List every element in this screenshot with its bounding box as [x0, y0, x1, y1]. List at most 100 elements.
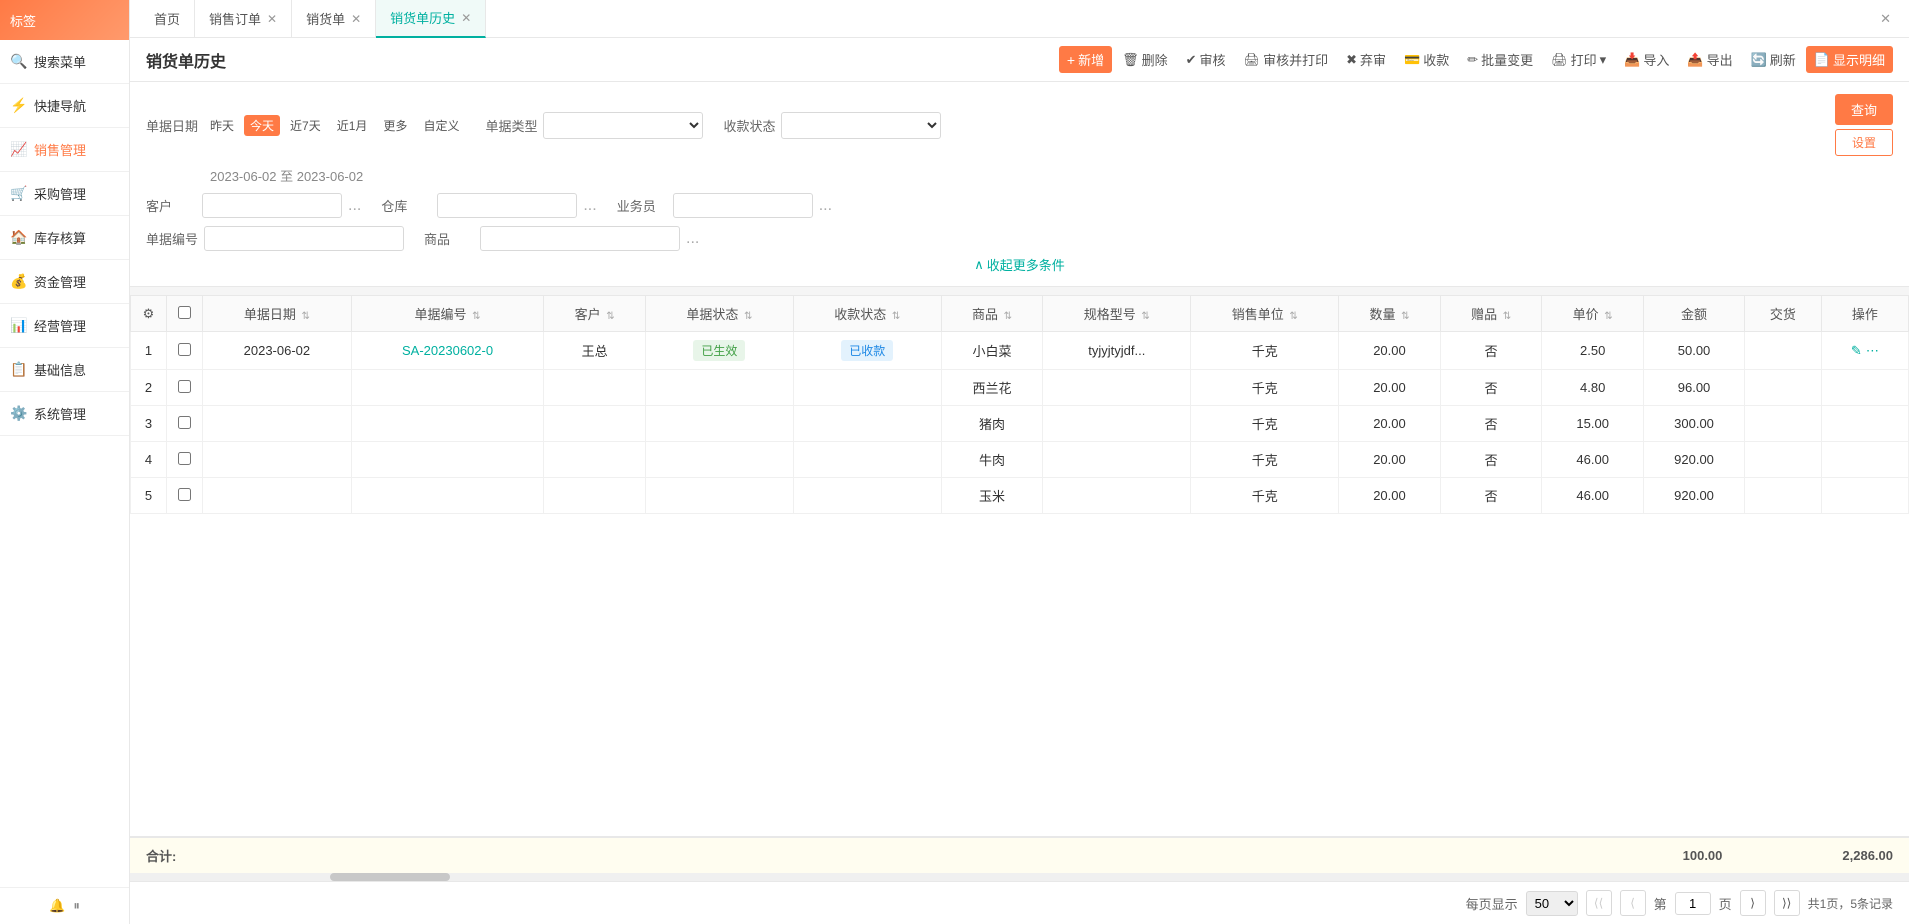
salesman-picker-icon[interactable]: ... [819, 198, 832, 214]
first-page-button[interactable]: ⟨⟨ [1586, 890, 1612, 916]
prev-page-button[interactable]: ⟨ [1620, 890, 1646, 916]
batch-change-button[interactable]: ✏ 批量变更 [1459, 46, 1541, 73]
customer-picker-icon[interactable]: ... [348, 198, 361, 214]
import-button[interactable]: 📥 导入 [1616, 46, 1677, 73]
system-icon: ⚙️ [10, 405, 28, 423]
payment-status-filter-group: 收款状态 [723, 112, 941, 139]
print-arrow-icon: ▾ [1600, 52, 1607, 68]
audit-print-button[interactable]: 🖨 审核并打印 [1236, 46, 1337, 73]
sidebar-item-sales-mgmt[interactable]: 📈 销售管理 [0, 128, 129, 172]
th-pay-status[interactable]: 收款状态 ⇅ [793, 296, 941, 332]
tab-home[interactable]: 首页 [140, 0, 195, 38]
sidebar-item-finance[interactable]: 💰 资金管理 [0, 260, 129, 304]
tab-sales-history[interactable]: 销货单历史 ✕ [376, 0, 486, 38]
audit-button[interactable]: ✔ 审核 [1178, 46, 1234, 73]
date-tag-1month[interactable]: 近1月 [331, 115, 374, 136]
th-price[interactable]: 单价 ⇅ [1542, 296, 1644, 332]
page-input[interactable]: 1 [1675, 892, 1711, 915]
refresh-button[interactable]: 🔄 刷新 [1743, 46, 1804, 73]
row-checkbox[interactable] [178, 452, 191, 465]
page-size-select[interactable]: 20 50 100 [1526, 891, 1578, 916]
row-checkbox[interactable] [178, 380, 191, 393]
th-gift[interactable]: 赠品 ⇅ [1440, 296, 1542, 332]
doc-type-select[interactable] [543, 112, 703, 139]
date-range-display: 2023-06-02 至 2023-06-02 [210, 169, 363, 184]
warehouse-input[interactable] [437, 193, 577, 218]
next-page-button[interactable]: ⟩ [1740, 890, 1766, 916]
tab-sales-goods-close[interactable]: ✕ [351, 12, 361, 26]
date-tag-7days[interactable]: 近7天 [284, 115, 327, 136]
edit-action-btn[interactable]: ✎ [1851, 343, 1862, 358]
th-goods[interactable]: 商品 ⇅ [941, 296, 1043, 332]
date-tag-yesterday[interactable]: 昨天 [204, 115, 240, 136]
total-amount: 2,286.00 [1842, 848, 1893, 863]
th-unit[interactable]: 销售单位 ⇅ [1191, 296, 1339, 332]
goods-label: 商品 [424, 229, 474, 248]
horizontal-scrollbar[interactable] [130, 873, 1909, 881]
collapse-filter-button[interactable]: ∧ 收起更多条件 [146, 255, 1893, 274]
th-date[interactable]: 单据日期 ⇅ [203, 296, 352, 332]
print-button[interactable]: 🖨 打印 ▾ [1543, 46, 1614, 73]
payment-status-select[interactable] [781, 112, 941, 139]
sidebar-item-purchase-mgmt[interactable]: 🛒 采购管理 [0, 172, 129, 216]
salesman-input[interactable] [673, 193, 813, 218]
last-page-button[interactable]: ⟩⟩ [1774, 890, 1800, 916]
export-button[interactable]: 📤 导出 [1679, 46, 1740, 73]
row-pay-status [793, 370, 941, 406]
tab-sales-order[interactable]: 销售订单 ✕ [195, 0, 292, 38]
doc-no-input[interactable] [204, 226, 404, 251]
date-tag-more[interactable]: 更多 [377, 115, 413, 136]
sidebar-item-search-menu[interactable]: 🔍 搜索菜单 [0, 40, 129, 84]
goods-filter-group: 商品 ... [424, 226, 699, 251]
tab-sales-goods-label: 销货单 [306, 9, 345, 28]
goods-picker-icon[interactable]: ... [686, 231, 699, 247]
doc-no-link[interactable]: SA-20230602-0 [402, 343, 493, 358]
notification-icon[interactable]: 🔔 [49, 898, 65, 914]
tab-close-all-btn[interactable]: ✕ [1872, 11, 1899, 27]
collect-button[interactable]: 💳 收款 [1396, 46, 1457, 73]
row-transaction [1745, 406, 1822, 442]
row-price: 4.80 [1542, 370, 1644, 406]
row-checkbox[interactable] [178, 343, 191, 356]
row-checkbox[interactable] [178, 416, 191, 429]
sidebar-item-quick-nav[interactable]: ⚡ 快捷导航 [0, 84, 129, 128]
abandon-label: 弃审 [1360, 50, 1386, 69]
date-tag-today[interactable]: 今天 [244, 115, 280, 136]
abandon-button[interactable]: ✖ 弃审 [1338, 46, 1394, 73]
th-doc-status[interactable]: 单据状态 ⇅ [645, 296, 793, 332]
delete-button[interactable]: 🗑 删除 [1114, 46, 1176, 73]
th-settings[interactable]: ⚙ [131, 296, 167, 332]
tab-sales-order-close[interactable]: ✕ [267, 12, 277, 26]
tab-sales-goods[interactable]: 销货单 ✕ [292, 0, 376, 38]
date-tag-custom[interactable]: 自定义 [417, 115, 465, 136]
inventory-icon: 🏠 [10, 229, 28, 247]
show-details-button[interactable]: 📄 显示明细 [1806, 46, 1893, 73]
sidebar-item-operations[interactable]: 📊 经营管理 [0, 304, 129, 348]
query-button[interactable]: 查询 [1835, 94, 1893, 125]
tab-sales-history-close[interactable]: ✕ [461, 11, 471, 25]
sidebar-item-label: 搜索菜单 [34, 52, 86, 71]
th-spec[interactable]: 规格型号 ⇅ [1043, 296, 1191, 332]
row-checkbox[interactable] [178, 488, 191, 501]
row-no: 2 [131, 370, 167, 406]
scroll-thumb[interactable] [330, 873, 450, 881]
table-row: 4牛肉千克20.00否46.00920.00 [131, 442, 1909, 478]
total-label: 合计: [146, 846, 176, 865]
customer-input[interactable] [202, 193, 342, 218]
select-all-checkbox[interactable] [178, 306, 191, 319]
th-doc-no[interactable]: 单据编号 ⇅ [351, 296, 544, 332]
sidebar-item-inventory[interactable]: 🏠 库存核算 [0, 216, 129, 260]
row-doc-no[interactable]: SA-20230602-0 [351, 332, 544, 370]
th-customer[interactable]: 客户 ⇅ [544, 296, 646, 332]
more-action-btn[interactable]: ⋯ [1866, 343, 1879, 358]
print-icon: 🖨 [1551, 52, 1568, 68]
filter-settings-button[interactable]: 设置 [1835, 129, 1893, 156]
goods-input[interactable] [480, 226, 680, 251]
tab-bar: 首页 销售订单 ✕ 销货单 ✕ 销货单历史 ✕ ✕ [130, 0, 1909, 38]
th-qty[interactable]: 数量 ⇅ [1339, 296, 1441, 332]
sidebar-item-system[interactable]: ⚙️ 系统管理 [0, 392, 129, 436]
sidebar-item-basic-info[interactable]: 📋 基础信息 [0, 348, 129, 392]
new-button[interactable]: + 新增 [1059, 46, 1112, 73]
warehouse-picker-icon[interactable]: ... [583, 198, 596, 214]
pause-icon[interactable]: ⏸ [73, 898, 80, 914]
